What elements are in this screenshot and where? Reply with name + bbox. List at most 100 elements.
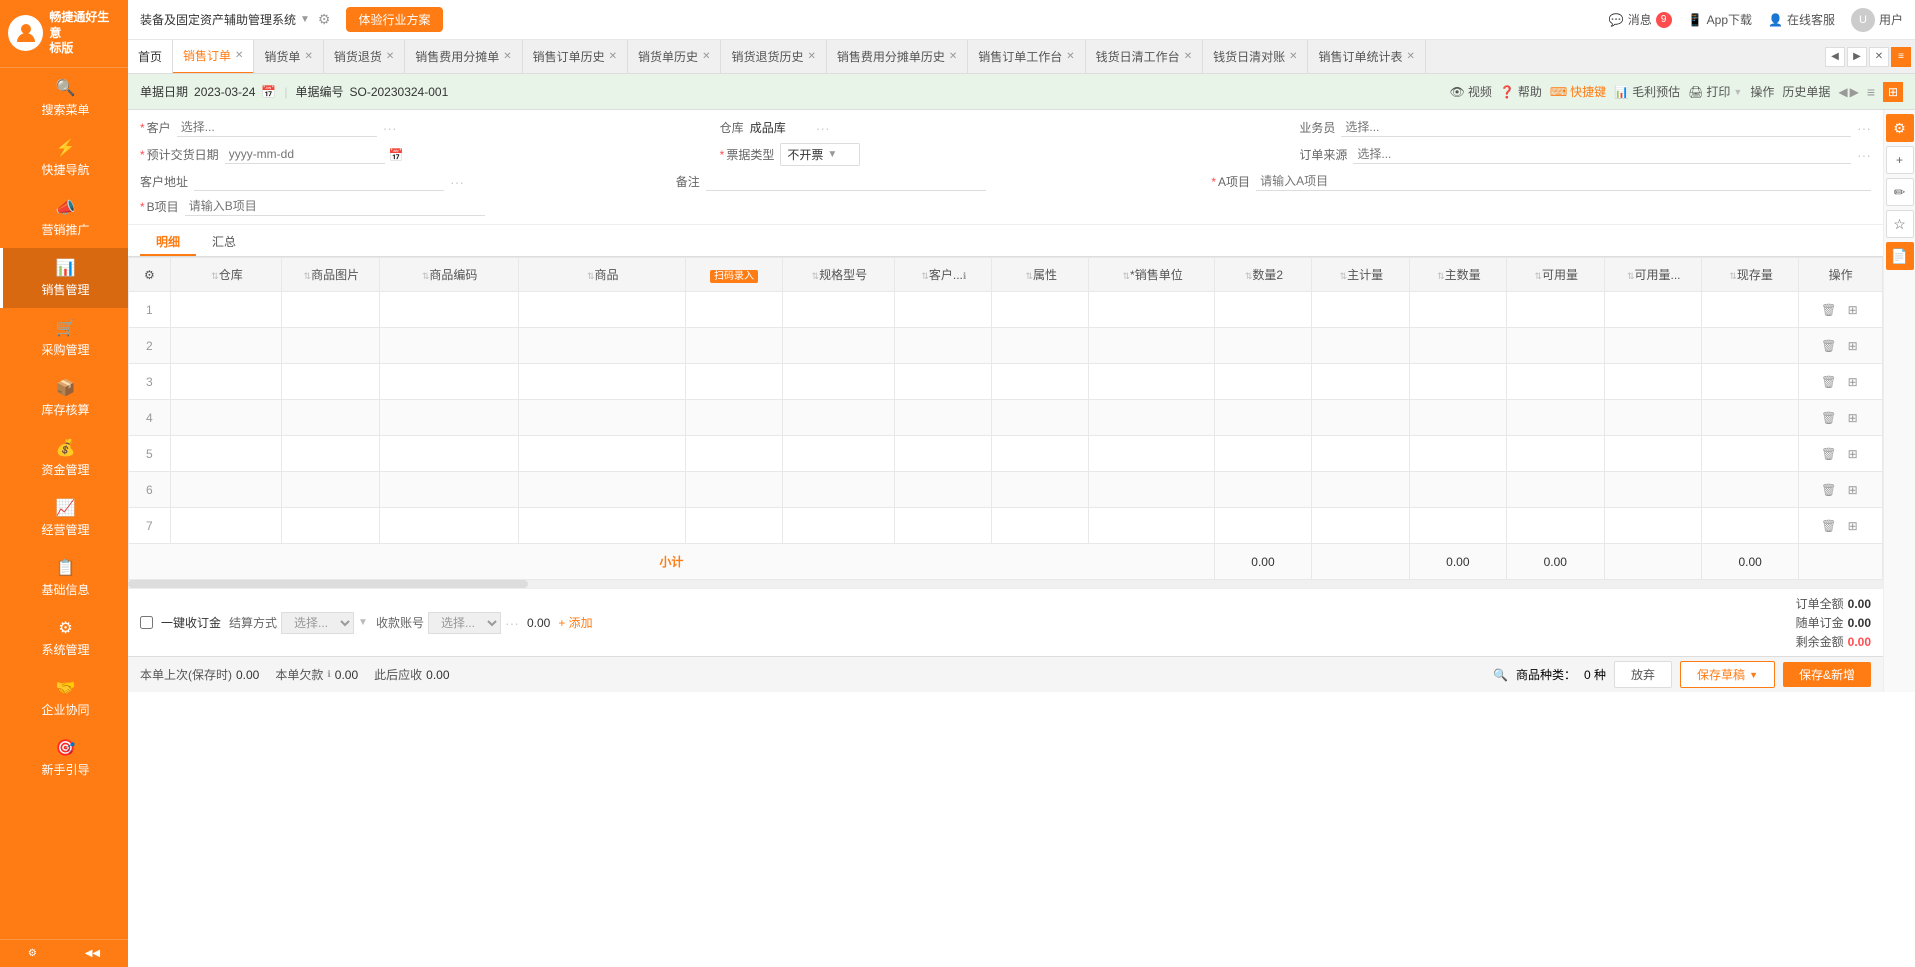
tab-close-icon[interactable]: ✕	[304, 51, 312, 62]
one-click-checkbox[interactable]	[140, 616, 153, 629]
col-settings[interactable]: ⚙	[129, 258, 171, 292]
row-copy-icon[interactable]: ⊞	[1843, 336, 1863, 356]
profit-btn[interactable]: 📊 毛利预估	[1614, 83, 1680, 100]
save-new-button[interactable]: 保存&新增	[1783, 662, 1871, 687]
tab-next-btn[interactable]: ▶	[1847, 47, 1867, 67]
order-source-more-icon[interactable]: ···	[1857, 147, 1871, 163]
sidebar-item-search[interactable]: 🔍 搜索菜单	[0, 68, 128, 128]
sidebar-item-guide[interactable]: 🎯 新手引导	[0, 728, 128, 788]
tab-workbench[interactable]: 销售订单工作台 ✕	[968, 40, 1085, 74]
sidebar-item-system[interactable]: ⚙ 系统管理	[0, 608, 128, 668]
side-edit-btn[interactable]: ✏	[1886, 178, 1914, 206]
solution-button[interactable]: 体验行业方案	[346, 7, 442, 32]
a-project-input[interactable]	[1256, 172, 1871, 191]
tab-daily-clear[interactable]: 钱货日清工作台 ✕	[1086, 40, 1203, 74]
tab-stats[interactable]: 销售订单统计表 ✕	[1308, 40, 1425, 74]
note-input[interactable]	[706, 172, 986, 191]
customer-more-icon[interactable]: ···	[383, 120, 397, 136]
staff-more-icon[interactable]: ···	[1857, 120, 1871, 136]
tab-returns[interactable]: 销货退货 ✕	[324, 40, 405, 74]
shortcut-btn[interactable]: ⌨ 快捷键	[1550, 83, 1606, 100]
row-copy-icon[interactable]: ⊞	[1843, 300, 1863, 320]
b-project-input[interactable]	[185, 197, 485, 216]
row-delete-icon[interactable]: 🗑	[1819, 444, 1839, 464]
row-delete-icon[interactable]: 🗑	[1819, 516, 1839, 536]
col-scan[interactable]: 扫码录入	[685, 258, 782, 292]
tab-prev-btn[interactable]: ◀	[1825, 47, 1845, 67]
help-btn[interactable]: ❓ 帮助	[1500, 83, 1542, 100]
save-draft-button[interactable]: 保存草稿 ▼	[1680, 661, 1775, 688]
tab-close-icon[interactable]: ✕	[1066, 51, 1074, 62]
settings-bottom-btn[interactable]: ⚙	[28, 948, 37, 959]
tab-returns-history[interactable]: 销货退货历史 ✕	[721, 40, 826, 74]
row-delete-icon[interactable]: 🗑	[1819, 336, 1839, 356]
tab-detail[interactable]: 明细	[140, 229, 196, 256]
side-star-btn[interactable]: ☆	[1886, 210, 1914, 238]
row-copy-icon[interactable]: ⊞	[1843, 444, 1863, 464]
side-settings-btn[interactable]: ⚙	[1886, 114, 1914, 142]
tab-sales-order[interactable]: 销售订单 ✕	[173, 40, 254, 74]
order-source-input[interactable]	[1353, 145, 1851, 164]
sidebar-item-finance[interactable]: 💰 资金管理	[0, 428, 128, 488]
tab-expense-history[interactable]: 销售费用分摊单历史 ✕	[827, 40, 968, 74]
settings-icon[interactable]: ⚙	[318, 11, 331, 28]
view-btn[interactable]: 👁 视频	[1450, 83, 1492, 100]
row-delete-icon[interactable]: 🗑	[1819, 480, 1839, 500]
tab-order-history[interactable]: 销售订单历史 ✕	[523, 40, 628, 74]
tab-sales[interactable]: 销货单 ✕	[254, 40, 323, 74]
side-lock-btn[interactable]: +	[1886, 146, 1914, 174]
row-delete-icon[interactable]: 🗑	[1819, 300, 1839, 320]
scan-button[interactable]: 扫码录入	[710, 270, 758, 283]
tab-home[interactable]: 首页	[128, 40, 173, 74]
calendar-icon[interactable]: 📅	[261, 85, 276, 99]
row-delete-icon[interactable]: 🗑	[1819, 372, 1839, 392]
payment-method-select[interactable]: 选择...	[281, 612, 354, 634]
user-item[interactable]: U 用户	[1851, 8, 1903, 32]
print-btn[interactable]: 🖨 打印 ▼	[1688, 83, 1742, 100]
customer-input[interactable]	[177, 118, 377, 137]
sidebar-item-collab[interactable]: 🤝 企业协同	[0, 668, 128, 728]
row-copy-icon[interactable]: ⊞	[1843, 372, 1863, 392]
sidebar-item-basic-info[interactable]: 📋 基础信息	[0, 548, 128, 608]
tab-close-icon[interactable]: ✕	[702, 51, 710, 62]
toolbar-next-icon[interactable]: ▶	[1850, 85, 1859, 99]
side-doc-btn[interactable]: 📄	[1886, 242, 1914, 270]
address-more-icon[interactable]: ···	[450, 174, 464, 190]
tab-menu-btn[interactable]: ≡	[1891, 47, 1911, 67]
operation-btn[interactable]: 操作	[1750, 83, 1774, 100]
discard-button[interactable]: 放弃	[1614, 661, 1672, 688]
delivery-calendar-icon[interactable]: 📅	[389, 148, 404, 162]
tab-expense[interactable]: 销售费用分摊单 ✕	[405, 40, 522, 74]
system-dropdown-icon[interactable]: ▼	[300, 14, 310, 25]
online-service-item[interactable]: 👤 在线客服	[1768, 11, 1835, 28]
tab-close-icon[interactable]: ✕	[386, 51, 394, 62]
table-scroll-bar[interactable]	[128, 580, 1883, 588]
tab-sales-history[interactable]: 销货单历史 ✕	[628, 40, 721, 74]
staff-input[interactable]	[1341, 118, 1851, 137]
row-delete-icon[interactable]: 🗑	[1819, 408, 1839, 428]
toolbar-expand-icon[interactable]: ⊞	[1883, 82, 1903, 102]
account-more-icon[interactable]: ···	[505, 615, 519, 631]
tab-close-icon[interactable]: ✕	[807, 51, 815, 62]
sidebar-item-sales[interactable]: 📊 销售管理	[0, 248, 128, 308]
tab-close-icon[interactable]: ✕	[1289, 51, 1297, 62]
delivery-input[interactable]	[225, 145, 385, 164]
row-copy-icon[interactable]: ⊞	[1843, 480, 1863, 500]
tab-close-icon[interactable]: ✕	[1184, 51, 1192, 62]
tab-close-icon[interactable]: ✕	[1407, 51, 1415, 62]
tab-close-icon[interactable]: ✕	[235, 50, 243, 61]
tab-summary[interactable]: 汇总	[196, 229, 252, 256]
sidebar-item-inventory[interactable]: 📦 库存核算	[0, 368, 128, 428]
toolbar-list-icon[interactable]: ≡	[1867, 84, 1875, 100]
sidebar-item-marketing[interactable]: 📣 营销推广	[0, 188, 128, 248]
collapse-btn[interactable]: ◀◀	[85, 948, 100, 959]
tab-close-all-btn[interactable]: ✕	[1869, 47, 1889, 67]
history-btn[interactable]: 历史单据	[1782, 83, 1830, 100]
tab-reconcile[interactable]: 钱货日清对账 ✕	[1203, 40, 1308, 74]
toolbar-prev-icon[interactable]: ◀	[1838, 85, 1847, 99]
tab-close-icon[interactable]: ✕	[609, 51, 617, 62]
row-copy-icon[interactable]: ⊞	[1843, 408, 1863, 428]
save-draft-arrow-icon[interactable]: ▼	[1749, 670, 1758, 680]
account-select[interactable]: 选择...	[428, 612, 501, 634]
app-download-item[interactable]: 📱 App下载	[1688, 11, 1752, 28]
